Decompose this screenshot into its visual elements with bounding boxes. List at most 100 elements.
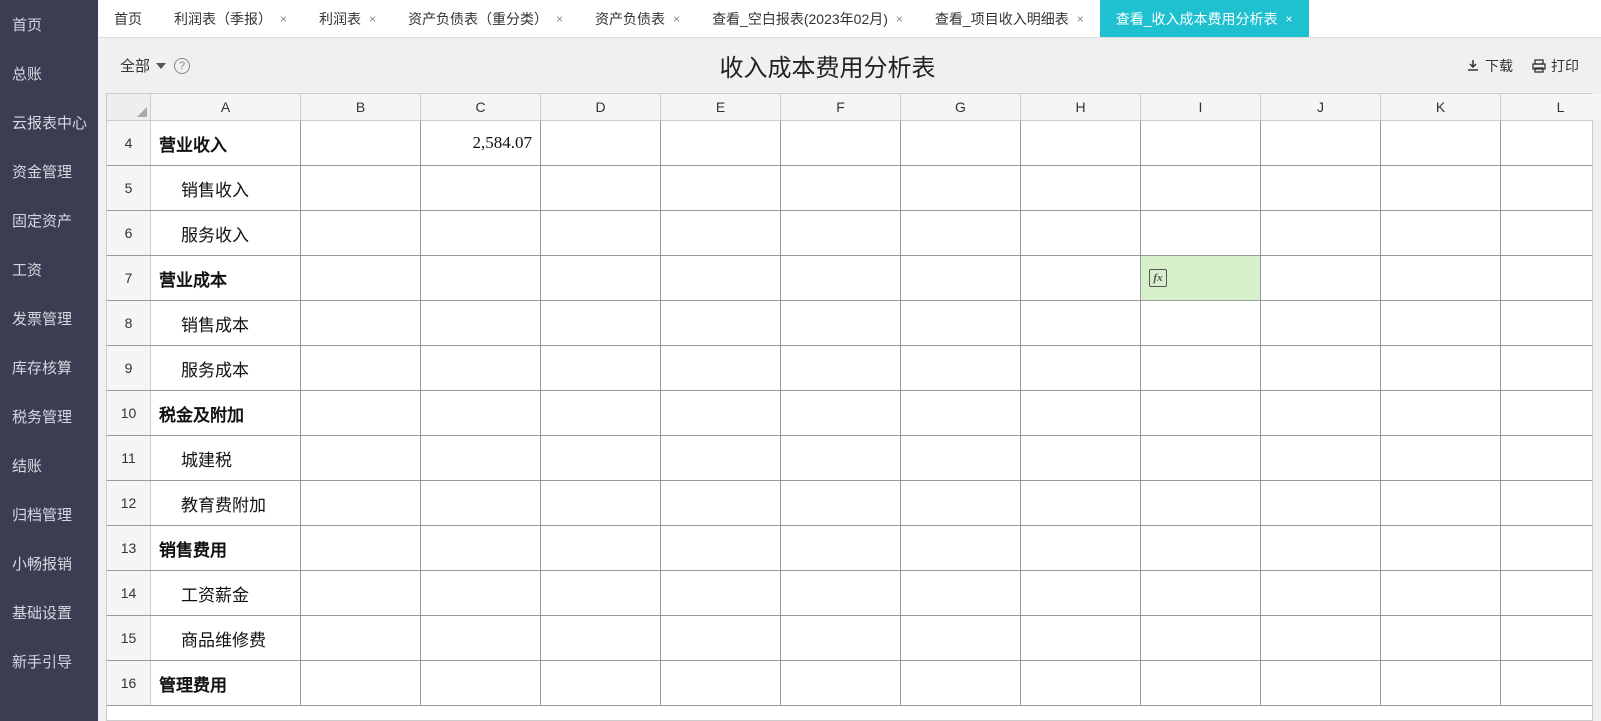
cell[interactable] bbox=[301, 211, 421, 255]
cell[interactable] bbox=[421, 661, 541, 705]
cell[interactable] bbox=[781, 616, 901, 660]
row-header[interactable]: 8 bbox=[107, 301, 151, 345]
cell[interactable] bbox=[1261, 661, 1381, 705]
row-header[interactable]: 13 bbox=[107, 526, 151, 570]
cell[interactable] bbox=[1141, 571, 1261, 615]
close-icon[interactable]: × bbox=[280, 12, 287, 26]
cell[interactable] bbox=[1021, 481, 1141, 525]
cell[interactable]: 管理费用 bbox=[151, 661, 301, 705]
column-header[interactable]: E bbox=[661, 94, 781, 120]
cell[interactable] bbox=[661, 661, 781, 705]
cell[interactable] bbox=[1021, 346, 1141, 390]
cell[interactable] bbox=[1021, 391, 1141, 435]
cell[interactable] bbox=[661, 211, 781, 255]
sidebar-item[interactable]: 基础设置 bbox=[0, 588, 98, 637]
row-header[interactable]: 16 bbox=[107, 661, 151, 705]
cell[interactable] bbox=[1501, 301, 1592, 345]
cell[interactable] bbox=[1141, 616, 1261, 660]
row-header[interactable]: 5 bbox=[107, 166, 151, 210]
cell[interactable] bbox=[1141, 211, 1261, 255]
cell[interactable]: 2,584.07 bbox=[421, 121, 541, 165]
row-header[interactable]: 7 bbox=[107, 256, 151, 300]
cell[interactable] bbox=[1141, 391, 1261, 435]
cell[interactable] bbox=[781, 481, 901, 525]
cell[interactable] bbox=[1501, 211, 1592, 255]
tab[interactable]: 首页 bbox=[98, 0, 158, 37]
cell[interactable] bbox=[541, 211, 661, 255]
cell[interactable] bbox=[1381, 121, 1501, 165]
row-header[interactable]: 15 bbox=[107, 616, 151, 660]
cell[interactable] bbox=[1261, 526, 1381, 570]
cell[interactable] bbox=[901, 256, 1021, 300]
cell[interactable] bbox=[1021, 616, 1141, 660]
cell[interactable] bbox=[301, 256, 421, 300]
cell[interactable] bbox=[901, 211, 1021, 255]
row-header[interactable]: 12 bbox=[107, 481, 151, 525]
close-icon[interactable]: × bbox=[896, 12, 903, 26]
cell[interactable] bbox=[541, 481, 661, 525]
filter-dropdown[interactable]: 全部 bbox=[120, 55, 166, 76]
cell[interactable] bbox=[1381, 256, 1501, 300]
cell[interactable] bbox=[1141, 166, 1261, 210]
sidebar-item[interactable]: 归档管理 bbox=[0, 490, 98, 539]
cell[interactable] bbox=[1141, 436, 1261, 480]
cell[interactable]: 营业收入 bbox=[151, 121, 301, 165]
cell[interactable] bbox=[661, 346, 781, 390]
cell[interactable] bbox=[421, 436, 541, 480]
cell[interactable] bbox=[301, 391, 421, 435]
cell[interactable] bbox=[1381, 211, 1501, 255]
cell[interactable] bbox=[421, 616, 541, 660]
cell[interactable] bbox=[301, 436, 421, 480]
cell[interactable]: 服务成本 bbox=[151, 346, 301, 390]
close-icon[interactable]: × bbox=[1077, 12, 1084, 26]
cell[interactable] bbox=[1021, 166, 1141, 210]
cell[interactable]: fx bbox=[1141, 256, 1261, 300]
cell[interactable]: 教育费附加 bbox=[151, 481, 301, 525]
cell[interactable] bbox=[1261, 121, 1381, 165]
cell[interactable] bbox=[781, 166, 901, 210]
cell[interactable] bbox=[661, 301, 781, 345]
cell[interactable] bbox=[1261, 346, 1381, 390]
cell[interactable] bbox=[901, 481, 1021, 525]
cell[interactable] bbox=[1141, 661, 1261, 705]
cell[interactable]: 工资薪金 bbox=[151, 571, 301, 615]
cell[interactable] bbox=[1021, 571, 1141, 615]
row-header[interactable]: 9 bbox=[107, 346, 151, 390]
tab[interactable]: 利润表（季报）× bbox=[158, 0, 303, 37]
sidebar-item[interactable]: 小畅报销 bbox=[0, 539, 98, 588]
column-header[interactable]: G bbox=[901, 94, 1021, 120]
cell[interactable] bbox=[1021, 256, 1141, 300]
cell[interactable] bbox=[661, 616, 781, 660]
cell[interactable] bbox=[1501, 661, 1592, 705]
cell[interactable] bbox=[1381, 481, 1501, 525]
cell[interactable] bbox=[1381, 616, 1501, 660]
cell[interactable] bbox=[1381, 346, 1501, 390]
sidebar-item[interactable]: 固定资产 bbox=[0, 196, 98, 245]
cell[interactable] bbox=[661, 166, 781, 210]
cell[interactable] bbox=[661, 121, 781, 165]
cell[interactable] bbox=[1141, 301, 1261, 345]
cell[interactable]: 销售成本 bbox=[151, 301, 301, 345]
cell[interactable] bbox=[1141, 481, 1261, 525]
cell[interactable] bbox=[1381, 526, 1501, 570]
cell[interactable] bbox=[781, 211, 901, 255]
row-header[interactable]: 14 bbox=[107, 571, 151, 615]
close-icon[interactable]: × bbox=[369, 12, 376, 26]
sidebar-item[interactable]: 总账 bbox=[0, 49, 98, 98]
cell[interactable] bbox=[1021, 436, 1141, 480]
cell[interactable] bbox=[1021, 661, 1141, 705]
cell[interactable] bbox=[301, 661, 421, 705]
row-header[interactable]: 4 bbox=[107, 121, 151, 165]
cell[interactable] bbox=[1501, 526, 1592, 570]
column-header[interactable]: F bbox=[781, 94, 901, 120]
cell[interactable] bbox=[1501, 616, 1592, 660]
tab[interactable]: 查看_项目收入明细表× bbox=[919, 0, 1100, 37]
column-header[interactable]: D bbox=[541, 94, 661, 120]
cell[interactable] bbox=[421, 256, 541, 300]
tab[interactable]: 查看_空白报表(2023年02月)× bbox=[696, 0, 919, 37]
cell[interactable] bbox=[1381, 301, 1501, 345]
cell[interactable] bbox=[1261, 166, 1381, 210]
sidebar-item[interactable]: 资金管理 bbox=[0, 147, 98, 196]
cell[interactable] bbox=[901, 661, 1021, 705]
cell[interactable] bbox=[541, 571, 661, 615]
